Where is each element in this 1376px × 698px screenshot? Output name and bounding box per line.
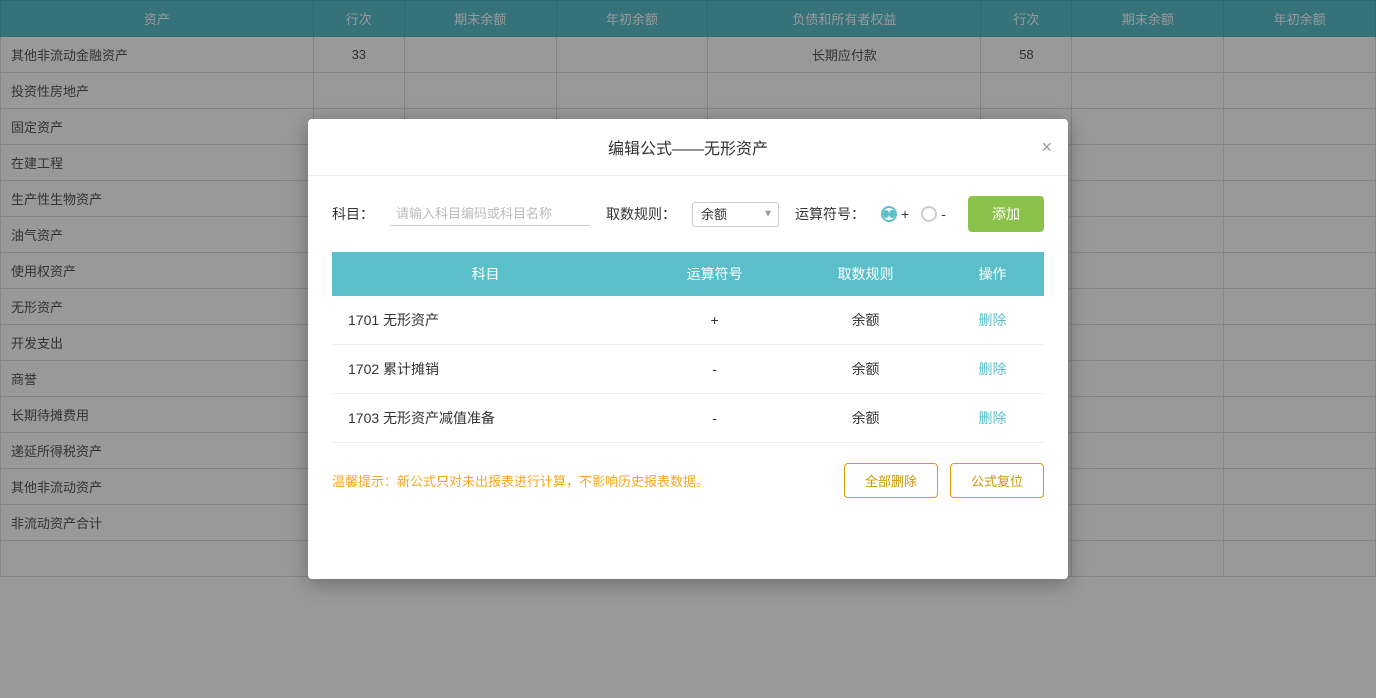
rule-select-container[interactable]: 余额 借方 贷方 期初余额 ▼ (692, 202, 779, 227)
col-rule: 取数规则 (790, 252, 941, 296)
cell-operator: + (639, 296, 790, 345)
rule-label: 取数规则： (606, 204, 676, 224)
modal-title: 编辑公式——无形资产 (608, 141, 768, 158)
radio-minus[interactable]: - (921, 206, 946, 222)
table-row: 1702 累计摊销 - 余额 删除 (332, 345, 1044, 394)
subject-input[interactable] (390, 202, 590, 226)
cell-rule: 余额 (790, 394, 941, 443)
cell-action[interactable]: 删除 (941, 345, 1044, 394)
modal-header: 编辑公式——无形资产 × (308, 119, 1068, 176)
cell-subject: 1703 无形资产减值准备 (332, 394, 639, 443)
radio-plus-label: + (901, 206, 909, 222)
footer-buttons: 全部删除 公式复位 (844, 463, 1044, 498)
close-button[interactable]: × (1041, 138, 1052, 156)
cell-action[interactable]: 删除 (941, 394, 1044, 443)
delete-all-button[interactable]: 全部删除 (844, 463, 938, 498)
subject-label: 科目： (332, 204, 374, 224)
cell-subject: 1702 累计摊销 (332, 345, 639, 394)
cell-action[interactable]: 删除 (941, 296, 1044, 345)
rule-select[interactable]: 余额 借方 贷方 期初余额 (692, 202, 779, 227)
cell-operator: - (639, 345, 790, 394)
operator-label: 运算符号： (795, 204, 865, 224)
radio-minus-label: - (941, 206, 946, 222)
form-row: 科目： 取数规则： 余额 借方 贷方 期初余额 ▼ 运算符号： + (308, 176, 1068, 252)
delete-link[interactable]: 删除 (979, 410, 1007, 426)
radio-plus[interactable]: + (881, 206, 909, 222)
radio-plus-circle (881, 206, 897, 222)
table-row: 1701 无形资产 + 余额 删除 (332, 296, 1044, 345)
modal-footer: 温馨提示：新公式只对未出报表进行计算，不影响历史报表数据。 全部删除 公式复位 (308, 443, 1068, 506)
add-button[interactable]: 添加 (968, 196, 1044, 232)
delete-link[interactable]: 删除 (979, 361, 1007, 377)
cell-subject: 1701 无形资产 (332, 296, 639, 345)
col-action: 操作 (941, 252, 1044, 296)
col-subject: 科目 (332, 252, 639, 296)
cell-rule: 余额 (790, 296, 941, 345)
col-operator: 运算符号 (639, 252, 790, 296)
cell-rule: 余额 (790, 345, 941, 394)
delete-link[interactable]: 删除 (979, 312, 1007, 328)
modal-overlay: 编辑公式——无形资产 × 科目： 取数规则： 余额 借方 贷方 期初余额 ▼ 运… (0, 0, 1376, 698)
hint-text: 温馨提示：新公式只对未出报表进行计算，不影响历史报表数据。 (332, 471, 709, 490)
operator-radio-group: + - (881, 206, 946, 222)
reset-formula-button[interactable]: 公式复位 (950, 463, 1044, 498)
table-row: 1703 无形资产减值准备 - 余额 删除 (332, 394, 1044, 443)
edit-formula-modal: 编辑公式——无形资产 × 科目： 取数规则： 余额 借方 贷方 期初余额 ▼ 运… (308, 119, 1068, 579)
radio-minus-circle (921, 206, 937, 222)
modal-table-wrap: 科目 运算符号 取数规则 操作 1701 无形资产 + 余额 删除 1702 累… (308, 252, 1068, 443)
cell-operator: - (639, 394, 790, 443)
formula-table: 科目 运算符号 取数规则 操作 1701 无形资产 + 余额 删除 1702 累… (332, 252, 1044, 443)
